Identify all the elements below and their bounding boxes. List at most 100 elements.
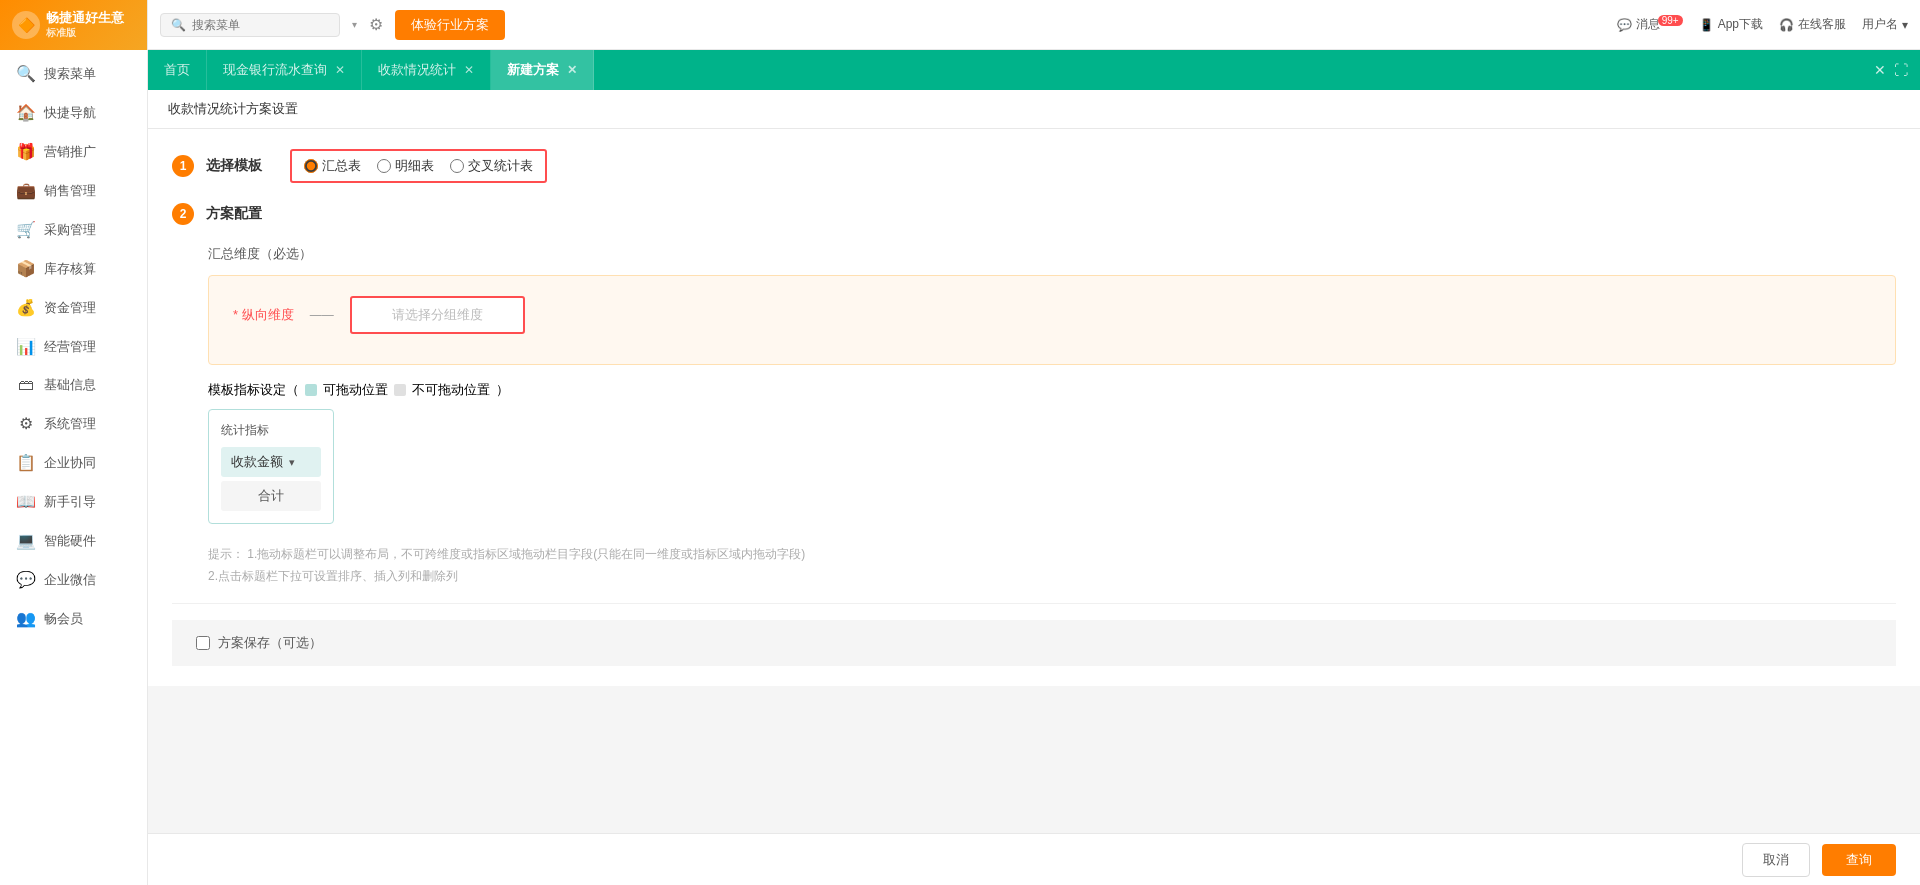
dropdown-arrow-icon[interactable]: ▾ bbox=[352, 19, 357, 30]
sidebar-item-collab[interactable]: 📋 企业协同 bbox=[0, 443, 147, 482]
support-btn[interactable]: 🎧 在线客服 bbox=[1779, 16, 1846, 33]
sidebar-item-inventory[interactable]: 📦 库存核算 bbox=[0, 249, 147, 288]
book-icon: 📖 bbox=[16, 492, 36, 511]
metrics-label-row: 模板指标设定（ 可拖动位置 不可拖动位置 ） bbox=[208, 381, 1896, 399]
sidebar-item-operations[interactable]: 📊 经营管理 bbox=[0, 327, 147, 366]
sidebar-item-quicknav[interactable]: 🏠 快捷导航 bbox=[0, 93, 147, 132]
logo-text: 畅捷通好生意 标准版 bbox=[46, 10, 124, 40]
close-window-icon[interactable]: ✕ bbox=[1874, 62, 1886, 78]
step2-label: 方案配置 bbox=[206, 205, 262, 223]
step2-badge: 2 bbox=[172, 203, 194, 225]
sidebar-item-basic[interactable]: 🗃 基础信息 bbox=[0, 366, 147, 404]
laptop-icon: 💻 bbox=[16, 531, 36, 550]
sidebar-item-hardware[interactable]: 💻 智能硬件 bbox=[0, 521, 147, 560]
sidebar-item-sales[interactable]: 💼 销售管理 bbox=[0, 171, 147, 210]
tab-cashflow-close[interactable]: ✕ bbox=[335, 63, 345, 77]
search-icon: 🔍 bbox=[171, 18, 186, 32]
tab-cashflow[interactable]: 现金银行流水查询 ✕ bbox=[207, 50, 362, 90]
dimension-row: * 纵向维度 —— 请选择分组维度 bbox=[233, 296, 1871, 334]
sidebar: 🔶 畅捷通好生意 标准版 🔍 搜索菜单 🏠 快捷导航 🎁 营销推广 💼 销售管理… bbox=[0, 0, 148, 885]
briefcase-icon: 💼 bbox=[16, 181, 36, 200]
gift-icon: 🎁 bbox=[16, 142, 36, 161]
draggable-legend-label: 可拖动位置 bbox=[323, 381, 388, 399]
top-header: 🔍 ▾ ⚙ 体验行业方案 💬 消息 99+ 📱 App下载 🎧 在线客服 用户名… bbox=[148, 0, 1920, 50]
download-btn[interactable]: 📱 App下载 bbox=[1699, 16, 1763, 33]
sidebar-item-finance[interactable]: 💰 资金管理 bbox=[0, 288, 147, 327]
save-checkbox[interactable] bbox=[196, 636, 210, 650]
user-dropdown-icon: ▾ bbox=[1902, 18, 1908, 32]
bottom-bar: 取消 查询 bbox=[148, 833, 1920, 885]
radio-detail[interactable]: 明细表 bbox=[377, 157, 434, 175]
search-box: 🔍 bbox=[160, 13, 340, 37]
download-icon: 📱 bbox=[1699, 18, 1714, 32]
logo-icon: 🔶 bbox=[12, 11, 40, 39]
step1-badge: 1 bbox=[172, 155, 194, 177]
tab-collection-close[interactable]: ✕ bbox=[464, 63, 474, 77]
tab-newplan[interactable]: 新建方案 ✕ bbox=[491, 50, 594, 90]
hint-line-2: 2.点击标题栏下拉可设置排序、插入列和删除列 bbox=[208, 566, 1896, 588]
message-btn[interactable]: 💬 消息 99+ bbox=[1617, 16, 1683, 33]
form-section: 1 选择模板 汇总表 明细表 交叉统计表 bbox=[148, 129, 1920, 686]
chart-icon: 📊 bbox=[16, 337, 36, 356]
metrics-label-close: ） bbox=[496, 381, 509, 399]
sidebar-nav: 🔍 搜索菜单 🏠 快捷导航 🎁 营销推广 💼 销售管理 🛒 采购管理 📦 库存核… bbox=[0, 50, 147, 885]
tab-collection[interactable]: 收款情况统计 ✕ bbox=[362, 50, 491, 90]
template-selection-box: 汇总表 明细表 交叉统计表 bbox=[290, 149, 547, 183]
radio-detail-input[interactable] bbox=[377, 159, 391, 173]
user-label: 用户名 bbox=[1862, 16, 1898, 33]
header-actions: 💬 消息 99+ 📱 App下载 🎧 在线客服 用户名 ▾ bbox=[1617, 16, 1908, 33]
box-icon: 📦 bbox=[16, 259, 36, 278]
page-header: 收款情况统计方案设置 bbox=[148, 90, 1920, 129]
gear-icon[interactable]: ⚙ bbox=[369, 15, 383, 34]
metrics-group-label: 统计指标 bbox=[221, 422, 321, 439]
step2-section: 2 方案配置 汇总维度（必选） * 纵向维度 —— 请选择分组维度 bbox=[172, 203, 1896, 587]
summary-dim-title: 汇总维度（必选） bbox=[208, 245, 1896, 263]
fixed-legend-dot bbox=[394, 384, 406, 396]
main-content: 🔍 ▾ ⚙ 体验行业方案 💬 消息 99+ 📱 App下载 🎧 在线客服 用户名… bbox=[148, 0, 1920, 885]
step1-label: 选择模板 bbox=[206, 157, 262, 175]
radio-summary[interactable]: 汇总表 bbox=[304, 157, 361, 175]
sidebar-item-member[interactable]: 👥 畅会员 bbox=[0, 599, 147, 638]
vertical-dim-label: * 纵向维度 bbox=[233, 306, 294, 324]
home-icon: 🏠 bbox=[16, 103, 36, 122]
content-area: 收款情况统计方案设置 1 选择模板 汇总表 明细表 bbox=[148, 90, 1920, 885]
metrics-card-amount[interactable]: 收款金额 ▾ bbox=[221, 447, 321, 477]
dimension-area: * 纵向维度 —— 请选择分组维度 bbox=[208, 275, 1896, 365]
money-icon: 💰 bbox=[16, 298, 36, 317]
save-option: 方案保存（可选） bbox=[172, 620, 1896, 666]
metrics-card-total: 合计 bbox=[221, 481, 321, 511]
sidebar-item-purchase[interactable]: 🛒 采购管理 bbox=[0, 210, 147, 249]
step2-content: 汇总维度（必选） * 纵向维度 —— 请选择分组维度 模板指标设定（ 可拖动位置 bbox=[172, 245, 1896, 587]
search-input[interactable] bbox=[192, 18, 322, 32]
tab-bar: 首页 现金银行流水查询 ✕ 收款情况统计 ✕ 新建方案 ✕ ✕ ⛶ bbox=[148, 50, 1920, 90]
sidebar-item-marketing[interactable]: 🎁 营销推广 bbox=[0, 132, 147, 171]
tab-newplan-close[interactable]: ✕ bbox=[567, 63, 577, 77]
sidebar-item-search[interactable]: 🔍 搜索菜单 bbox=[0, 54, 147, 93]
fixed-legend-label: 不可拖动位置 bbox=[412, 381, 490, 399]
save-label: 方案保存（可选） bbox=[218, 634, 322, 652]
user-menu[interactable]: 用户名 ▾ bbox=[1862, 16, 1908, 33]
message-label: 消息 bbox=[1636, 16, 1660, 33]
cancel-button[interactable]: 取消 bbox=[1742, 843, 1810, 877]
hint-line-1: 提示： 1.拖动标题栏可以调整布局，不可跨维度或指标区域拖动栏目字段(只能在同一… bbox=[208, 544, 1896, 566]
wechat-icon: 💬 bbox=[16, 570, 36, 589]
tab-spacer bbox=[594, 50, 1862, 90]
industry-btn[interactable]: 体验行业方案 bbox=[395, 10, 505, 40]
section-divider bbox=[172, 603, 1896, 604]
tab-home[interactable]: 首页 bbox=[148, 50, 207, 90]
sidebar-item-wechat[interactable]: 💬 企业微信 bbox=[0, 560, 147, 599]
hint-section: 提示： 1.拖动标题栏可以调整布局，不可跨维度或指标区域拖动栏目字段(只能在同一… bbox=[208, 544, 1896, 587]
metrics-card-dropdown-icon[interactable]: ▾ bbox=[289, 456, 295, 469]
support-icon: 🎧 bbox=[1779, 18, 1794, 32]
sidebar-item-guide[interactable]: 📖 新手引导 bbox=[0, 482, 147, 521]
metrics-label-text: 模板指标设定（ bbox=[208, 381, 299, 399]
query-button[interactable]: 查询 bbox=[1822, 844, 1896, 876]
expand-window-icon[interactable]: ⛶ bbox=[1894, 62, 1908, 78]
sidebar-item-system[interactable]: ⚙ 系统管理 bbox=[0, 404, 147, 443]
radio-summary-input[interactable] bbox=[304, 159, 318, 173]
radio-crosstab[interactable]: 交叉统计表 bbox=[450, 157, 533, 175]
dimension-select[interactable]: 请选择分组维度 bbox=[350, 296, 525, 334]
member-icon: 👥 bbox=[16, 609, 36, 628]
collab-icon: 📋 bbox=[16, 453, 36, 472]
radio-crosstab-input[interactable] bbox=[450, 159, 464, 173]
